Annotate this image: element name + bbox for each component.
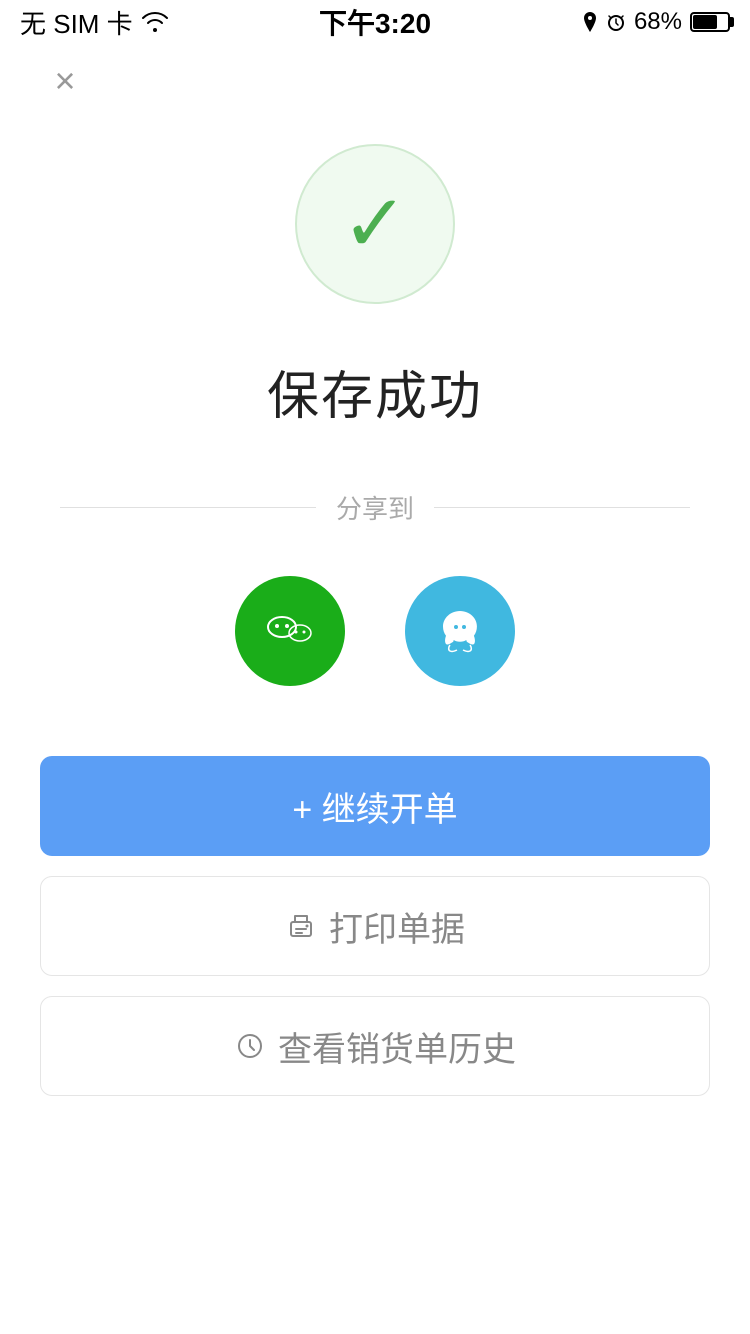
share-divider: 分享到: [0, 489, 750, 526]
status-right: 68%: [582, 8, 730, 36]
checkmark-icon: ✓: [341, 184, 408, 264]
alarm-icon: [606, 12, 626, 32]
location-icon: [582, 12, 598, 32]
history-icon: [234, 1030, 266, 1062]
divider-line-right: [434, 507, 690, 508]
share-qq-button[interactable]: [405, 576, 515, 686]
success-title: 保存成功: [267, 354, 483, 429]
history-label: 查看销货单历史: [278, 1022, 516, 1071]
carrier-label: 无 SIM 卡: [20, 4, 133, 41]
close-button[interactable]: ×: [40, 56, 90, 106]
status-left: 无 SIM 卡: [20, 4, 169, 41]
status-time: 下午3:20: [319, 2, 431, 42]
continue-order-label: + 继续开单: [292, 782, 457, 831]
divider-line-left: [60, 507, 316, 508]
share-wechat-button[interactable]: [235, 576, 345, 686]
battery-label: 68%: [634, 8, 682, 36]
qq-logo-icon: [432, 603, 488, 659]
action-buttons: + 继续开单 打印单据 查看销货单历史: [0, 756, 750, 1096]
print-button[interactable]: 打印单据: [40, 876, 710, 976]
status-bar: 无 SIM 卡 下午3:20 68%: [0, 0, 750, 44]
success-circle: ✓: [295, 144, 455, 304]
history-button[interactable]: 查看销货单历史: [40, 996, 710, 1096]
print-label: 打印单据: [329, 902, 465, 951]
continue-order-button[interactable]: + 继续开单: [40, 756, 710, 856]
wifi-icon: [141, 12, 169, 32]
wechat-logo-icon: [262, 603, 318, 659]
close-icon: ×: [54, 63, 75, 99]
print-icon: [285, 910, 317, 942]
share-icons: [235, 576, 515, 686]
battery-icon: [690, 12, 730, 32]
main-content: ✓ 保存成功 分享到: [0, 44, 750, 1096]
share-divider-label: 分享到: [316, 489, 434, 526]
